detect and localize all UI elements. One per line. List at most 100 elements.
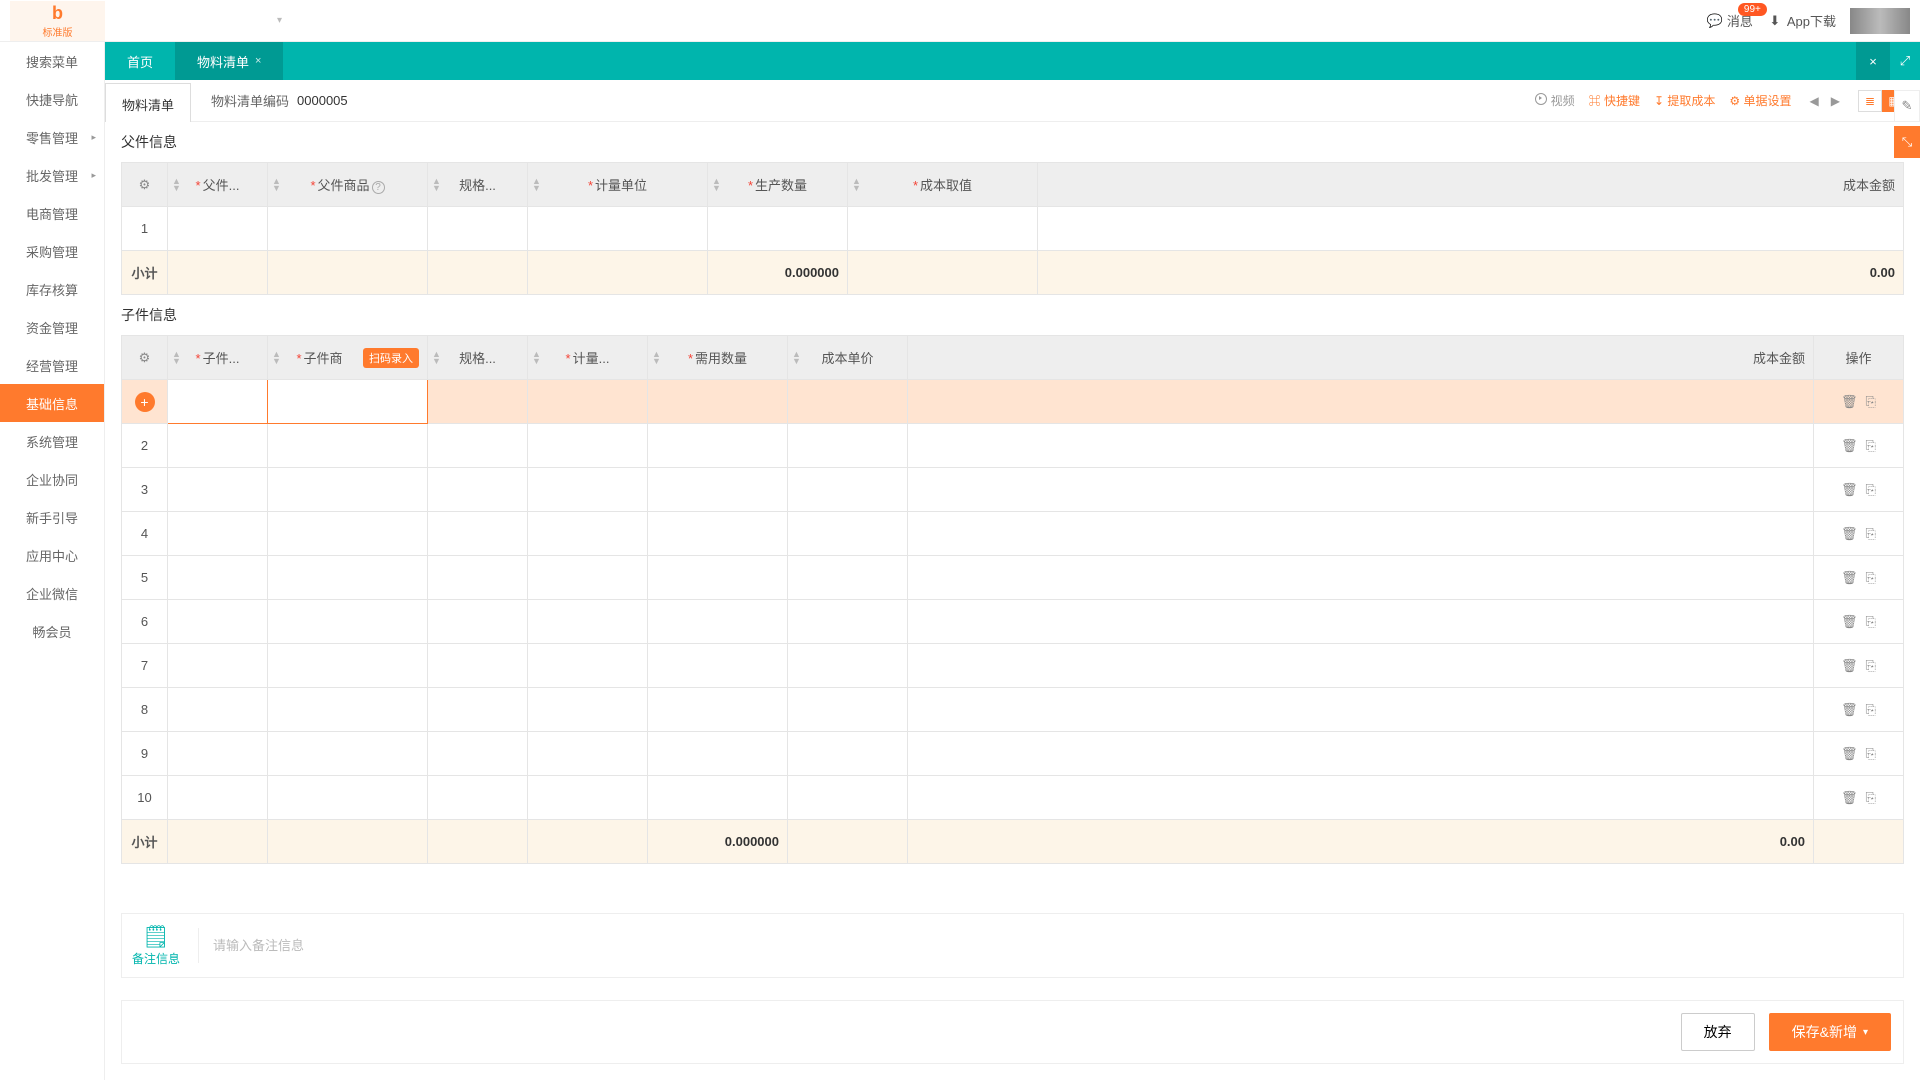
avatar[interactable] bbox=[1850, 8, 1910, 34]
col-child-product[interactable]: 子件商 bbox=[304, 351, 343, 366]
gear-icon[interactable]: ⚙ bbox=[139, 350, 151, 365]
delete-row-icon[interactable]: 🗑 bbox=[1841, 438, 1858, 453]
view-list-button[interactable]: ≣ bbox=[1858, 90, 1882, 112]
sidebar-item-11[interactable]: 企业协同 bbox=[0, 460, 104, 498]
sort-icon[interactable]: ▲▼ bbox=[532, 178, 541, 192]
sort-icon[interactable]: ▲▼ bbox=[272, 178, 281, 192]
extract-cost-link[interactable]: ↧ 提取成本 bbox=[1654, 92, 1715, 109]
shortcut-link[interactable]: ⌘ 快捷键 bbox=[1589, 92, 1640, 109]
col-child-unit[interactable]: 计量... bbox=[573, 351, 610, 366]
sidebar-item-2[interactable]: 零售管理▸ bbox=[0, 118, 104, 156]
col-qty[interactable]: 生产数量 bbox=[755, 178, 807, 193]
sidebar-item-8[interactable]: 经营管理 bbox=[0, 346, 104, 384]
col-parent-code[interactable]: 父件... bbox=[203, 178, 240, 193]
sort-icon[interactable]: ▲▼ bbox=[272, 351, 281, 365]
table-row[interactable]: 6🗑⎘ bbox=[122, 600, 1904, 644]
col-child-price[interactable]: 成本单价 bbox=[821, 351, 873, 366]
table-row[interactable]: 5🗑⎘ bbox=[122, 556, 1904, 600]
copy-row-icon[interactable]: ⎘ bbox=[1866, 438, 1876, 453]
sidebar-item-15[interactable]: 畅会员 bbox=[0, 612, 104, 650]
table-row[interactable]: 8🗑⎘ bbox=[122, 688, 1904, 732]
download-link[interactable]: ⬇ App下载 bbox=[1767, 11, 1836, 30]
col-cost-src[interactable]: 成本取值 bbox=[920, 178, 972, 193]
company-selector[interactable]: ▾ bbox=[135, 11, 282, 30]
table-row[interactable]: 4🗑⎘ bbox=[122, 512, 1904, 556]
sort-icon[interactable]: ▲▼ bbox=[652, 351, 661, 365]
copy-row-icon[interactable]: ⎘ bbox=[1866, 746, 1876, 761]
col-child-amt[interactable]: 成本金额 bbox=[1753, 351, 1805, 366]
cancel-button[interactable]: 放弃 bbox=[1681, 1013, 1755, 1051]
close-icon[interactable]: × bbox=[255, 55, 261, 67]
delete-row-icon[interactable]: 🗑 bbox=[1841, 570, 1858, 585]
sort-icon[interactable]: ▲▼ bbox=[432, 351, 441, 365]
prev-record-button[interactable]: ◀ bbox=[1806, 94, 1823, 108]
sidebar-item-5[interactable]: 采购管理 bbox=[0, 232, 104, 270]
add-row-button[interactable]: + bbox=[135, 392, 155, 412]
copy-row-icon[interactable]: ⎘ bbox=[1866, 482, 1876, 497]
sidebar-item-10[interactable]: 系统管理 bbox=[0, 422, 104, 460]
sort-icon[interactable]: ▲▼ bbox=[172, 178, 181, 192]
pin-icon[interactable]: ✎ bbox=[1894, 90, 1920, 122]
video-link[interactable]: 视频 bbox=[1535, 92, 1574, 109]
delete-row-icon[interactable]: 🗑 bbox=[1841, 526, 1858, 541]
copy-row-icon[interactable]: ⎘ bbox=[1866, 614, 1876, 629]
copy-row-icon[interactable]: ⎘ bbox=[1866, 394, 1876, 409]
delete-row-icon[interactable]: 🗑 bbox=[1841, 614, 1858, 629]
sidebar-item-9[interactable]: 基础信息 bbox=[0, 384, 104, 422]
doc-settings-link[interactable]: ⚙ 单据设置 bbox=[1729, 92, 1791, 109]
next-record-button[interactable]: ▶ bbox=[1827, 94, 1844, 108]
tab-home[interactable]: 首页 bbox=[105, 42, 175, 80]
col-unit[interactable]: 计量单位 bbox=[595, 178, 647, 193]
table-row[interactable]: 9🗑⎘ bbox=[122, 732, 1904, 776]
fullscreen-icon[interactable]: ⤢ bbox=[1890, 42, 1920, 80]
delete-row-icon[interactable]: 🗑 bbox=[1841, 746, 1858, 761]
delete-row-icon[interactable]: 🗑 bbox=[1841, 394, 1858, 409]
table-row[interactable]: 1 bbox=[122, 207, 1904, 251]
remarks-input[interactable] bbox=[198, 928, 1893, 963]
gear-icon[interactable]: ⚙ bbox=[139, 177, 151, 192]
table-row[interactable]: 2🗑⎘ bbox=[122, 424, 1904, 468]
table-row[interactable]: 7🗑⎘ bbox=[122, 644, 1904, 688]
table-row[interactable]: + 🗑 ⎘ bbox=[122, 380, 1904, 424]
copy-row-icon[interactable]: ⎘ bbox=[1866, 790, 1876, 805]
delete-row-icon[interactable]: 🗑 bbox=[1841, 658, 1858, 673]
col-spec[interactable]: 规格... bbox=[459, 178, 496, 193]
sidebar-item-7[interactable]: 资金管理 bbox=[0, 308, 104, 346]
copy-row-icon[interactable]: ⎘ bbox=[1866, 658, 1876, 673]
sort-icon[interactable]: ▲▼ bbox=[852, 178, 861, 192]
delete-row-icon[interactable]: 🗑 bbox=[1841, 482, 1858, 497]
help-icon[interactable]: ? bbox=[372, 181, 385, 194]
col-child-code[interactable]: 子件... bbox=[203, 351, 240, 366]
breadcrumb[interactable]: 物料清单 bbox=[105, 83, 191, 124]
save-and-new-button[interactable]: 保存&新增▾ bbox=[1769, 1013, 1891, 1051]
sort-icon[interactable]: ▲▼ bbox=[172, 351, 181, 365]
sidebar-item-0[interactable]: 搜索菜单 bbox=[0, 42, 104, 80]
col-parent-product[interactable]: 父件商品 bbox=[318, 178, 370, 193]
col-child-qty[interactable]: 需用数量 bbox=[695, 351, 747, 366]
sidebar-item-6[interactable]: 库存核算 bbox=[0, 270, 104, 308]
close-all-tabs-button[interactable]: × bbox=[1856, 42, 1890, 80]
delete-row-icon[interactable]: 🗑 bbox=[1841, 702, 1858, 717]
expand-icon[interactable]: ⤡ bbox=[1894, 126, 1920, 158]
sort-icon[interactable]: ▲▼ bbox=[792, 351, 801, 365]
sidebar-item-4[interactable]: 电商管理 bbox=[0, 194, 104, 232]
sort-icon[interactable]: ▲▼ bbox=[532, 351, 541, 365]
sort-icon[interactable]: ▲▼ bbox=[712, 178, 721, 192]
sidebar-item-14[interactable]: 企业微信 bbox=[0, 574, 104, 612]
tab-bom[interactable]: 物料清单× bbox=[175, 42, 283, 80]
table-row[interactable]: 3🗑⎘ bbox=[122, 468, 1904, 512]
sidebar-item-13[interactable]: 应用中心 bbox=[0, 536, 104, 574]
scan-input-tag[interactable]: 扫码录入 bbox=[363, 348, 419, 368]
copy-row-icon[interactable]: ⎘ bbox=[1866, 570, 1876, 585]
sidebar-item-3[interactable]: 批发管理▸ bbox=[0, 156, 104, 194]
messages-link[interactable]: 💬 消息 99+ bbox=[1707, 11, 1753, 30]
col-cost-amt[interactable]: 成本金额 bbox=[1843, 178, 1895, 193]
copy-row-icon[interactable]: ⎘ bbox=[1866, 702, 1876, 717]
col-child-spec[interactable]: 规格... bbox=[459, 351, 496, 366]
sidebar-item-1[interactable]: 快捷导航 bbox=[0, 80, 104, 118]
copy-row-icon[interactable]: ⎘ bbox=[1866, 526, 1876, 541]
table-row[interactable]: 10🗑⎘ bbox=[122, 776, 1904, 820]
sidebar-item-12[interactable]: 新手引导 bbox=[0, 498, 104, 536]
delete-row-icon[interactable]: 🗑 bbox=[1841, 790, 1858, 805]
sort-icon[interactable]: ▲▼ bbox=[432, 178, 441, 192]
